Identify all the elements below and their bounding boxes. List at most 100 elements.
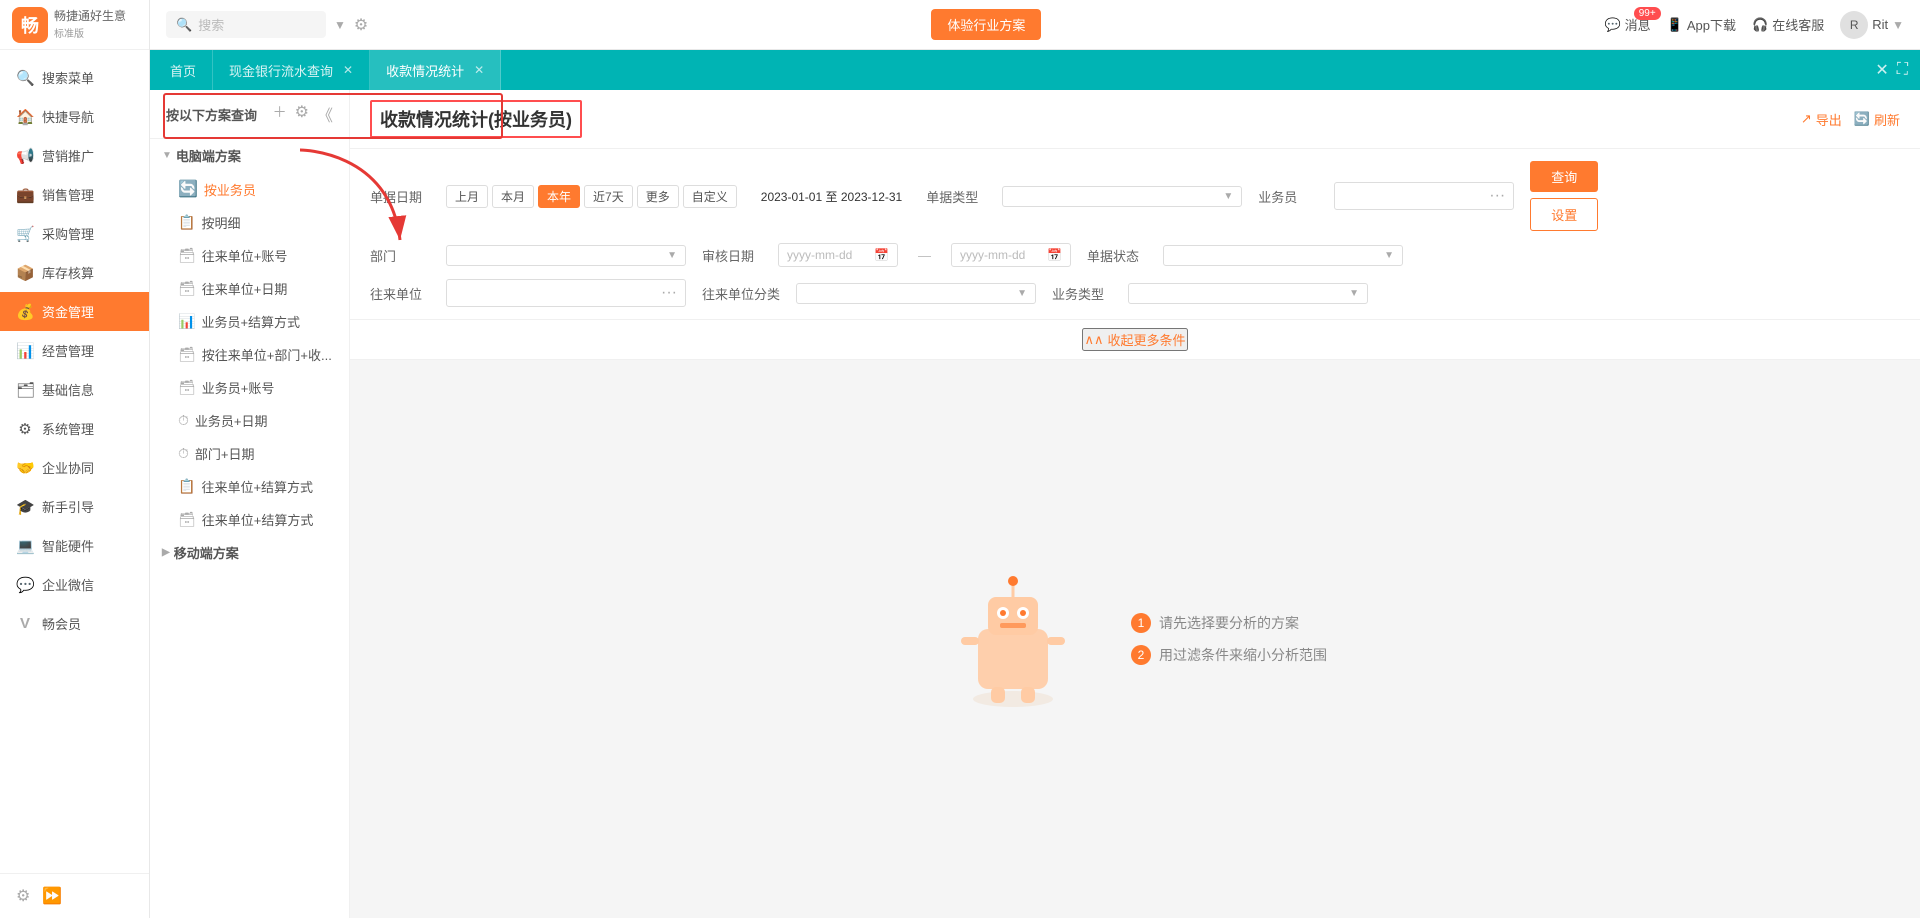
partner-category-select[interactable]: ▼ [796, 283, 1036, 304]
set-button[interactable]: 设置 [1530, 198, 1598, 231]
panel-settings-icon[interactable]: ⚙ [295, 102, 309, 126]
collapse-bar: ∧∧ 收起更多条件 [350, 320, 1920, 360]
tab-bar: 首页 现金银行流水查询 ✕ 收款情况统计 ✕ ✕ ⛶ [150, 50, 1920, 90]
date-btn-last-month[interactable]: 上月 [446, 185, 488, 208]
collapse-button[interactable]: ∧∧ 收起更多条件 [1082, 328, 1187, 351]
biz-type-select[interactable]: ▼ [1128, 283, 1368, 304]
purchase-icon: 🛒 [16, 225, 34, 243]
panel-title: 按以下方案查询 [166, 105, 257, 124]
sidebar-item-search[interactable]: 🔍 搜索菜单 [0, 58, 149, 97]
settings-bottom-icon[interactable]: ⚙ [16, 886, 30, 906]
sidebar-item-wechat[interactable]: 💬 企业微信 [0, 565, 149, 604]
partner-more[interactable]: ··· [661, 284, 677, 302]
tab-collection-stats[interactable]: 收款情况统计 ✕ [370, 50, 501, 90]
sidebar-item-inventory[interactable]: 📦 库存核算 [0, 253, 149, 292]
tree-group-mobile[interactable]: ▶ 移动端方案 [150, 536, 349, 569]
sidebar-item-sales[interactable]: 💼 销售管理 [0, 175, 149, 214]
sidebar-bottom: ⚙ ⏩ [0, 873, 149, 918]
online-service-button[interactable]: 🎧 在线客服 [1752, 15, 1824, 34]
sidebar-item-basic[interactable]: 🗂 基础信息 [0, 370, 149, 409]
date-btn-this-month[interactable]: 本月 [492, 185, 534, 208]
sidebar-label-system: 系统管理 [42, 419, 94, 438]
date-btn-7days[interactable]: 近7天 [584, 185, 633, 208]
date-btn-more[interactable]: 更多 [637, 185, 679, 208]
topbar-dropdown-arrow[interactable]: ▼ [334, 18, 346, 32]
doc-type-select[interactable]: ▼ [1002, 186, 1242, 207]
tree-item-salesman-date[interactable]: ⏱ 业务员+日期 [166, 404, 349, 437]
refresh-button[interactable]: 🔄 刷新 [1854, 110, 1900, 129]
export-button[interactable]: ↗ 导出 [1801, 110, 1842, 129]
query-button[interactable]: 查询 [1530, 161, 1598, 192]
tab-bank-flow[interactable]: 现金银行流水查询 ✕ [213, 50, 370, 90]
page-actions: ↗ 导出 🔄 刷新 [1801, 110, 1900, 129]
sidebar-item-operation[interactable]: 📊 经营管理 [0, 331, 149, 370]
settings-icon[interactable]: ⚙ [354, 15, 368, 35]
tree-group-pc[interactable]: ▼ 电脑端方案 [150, 139, 349, 172]
tab-fullscreen-icon[interactable]: ⛶ [1897, 61, 1908, 79]
service-icon: 🎧 [1752, 17, 1768, 33]
partner-settle1-label: 往来单位+结算方式 [201, 477, 313, 496]
date-btn-custom[interactable]: 自定义 [683, 185, 737, 208]
tree-item-salesman-settle[interactable]: 📊 业务员+结算方式 [166, 305, 349, 338]
user-menu[interactable]: R Rit ▼ [1840, 11, 1904, 39]
tree-item-partner-settle1[interactable]: 📋 往来单位+结算方式 [166, 470, 349, 503]
sidebar-item-system[interactable]: ⚙ 系统管理 [0, 409, 149, 448]
data-area: 1 请先选择要分析的方案 2 用过滤条件来缩小分析范围 [350, 360, 1920, 918]
message-button[interactable]: 💬 消息 99+ [1604, 15, 1650, 34]
hint-item-2: 2 用过滤条件来缩小分析范围 [1131, 645, 1327, 665]
tree-item-partner-dept[interactable]: 🗃 按往来单位+部门+收... [166, 338, 349, 371]
partner-select[interactable]: ··· [446, 279, 686, 307]
basic-icon: 🗂 [16, 381, 34, 399]
sidebar-label-purchase: 采购管理 [42, 224, 94, 243]
salesman-more[interactable]: ··· [1489, 187, 1505, 205]
page-title: 收款情况统计(按业务员) [370, 100, 582, 138]
tab-close-all-icon[interactable]: ✕ [1875, 60, 1888, 80]
tree-item-dept-date[interactable]: ⏱ 部门+日期 [166, 437, 349, 470]
tree-item-partner-date[interactable]: 🗃 往来单位+日期 [166, 272, 349, 305]
sidebar-item-finance[interactable]: 💰 资金管理 [0, 292, 149, 331]
empty-hint: 1 请先选择要分析的方案 2 用过滤条件来缩小分析范围 [1131, 613, 1327, 665]
hint-text-1: 请先选择要分析的方案 [1159, 613, 1299, 633]
sidebar-label-wechat: 企业微信 [42, 575, 94, 594]
tab-home[interactable]: 首页 [150, 50, 213, 90]
tree-item-by-salesman[interactable]: 🔄 按业务员 [166, 172, 349, 206]
sidebar-item-marketing[interactable]: 📢 营销推广 [0, 136, 149, 175]
review-from-placeholder: yyyy-mm-dd [787, 248, 852, 262]
search-placeholder: 搜索 [198, 15, 224, 34]
sidebar-item-guide[interactable]: 🎓 新手引导 [0, 487, 149, 526]
partner-settle2-label: 往来单位+结算方式 [202, 510, 314, 529]
pc-group-label: 电脑端方案 [176, 146, 241, 165]
sidebar-item-enterprise[interactable]: 🤝 企业协同 [0, 448, 149, 487]
date-btn-this-year[interactable]: 本年 [538, 185, 580, 208]
review-date-from[interactable]: yyyy-mm-dd 📅 [778, 243, 898, 267]
tree-item-partner-settle2[interactable]: 🗃 往来单位+结算方式 [166, 503, 349, 536]
tree-item-partner-account[interactable]: 🗃 往来单位+账号 [166, 239, 349, 272]
sidebar-item-member[interactable]: V 畅会员 [0, 604, 149, 643]
tab-collection-stats-close[interactable]: ✕ [474, 63, 484, 77]
sidebar-label-operation: 经营管理 [42, 341, 94, 360]
salesman-select[interactable]: ··· [1334, 182, 1514, 210]
panel-add-icon[interactable]: ＋ [273, 102, 287, 126]
sidebar-label-quicknav: 快捷导航 [42, 107, 94, 126]
scheme-trial-button[interactable]: 体验行业方案 [931, 9, 1041, 40]
app-icon: 📱 [1667, 17, 1683, 33]
sidebar-item-purchase[interactable]: 🛒 采购管理 [0, 214, 149, 253]
tree-item-by-detail[interactable]: 📋 按明细 [166, 206, 349, 239]
user-avatar: R [1840, 11, 1868, 39]
sidebar-item-quicknav[interactable]: 🏠 快捷导航 [0, 97, 149, 136]
salesman-account-icon: 🗃 [178, 379, 196, 396]
mobile-group-label: 移动端方案 [174, 543, 239, 562]
search-icon: 🔍 [176, 17, 192, 33]
tree-item-salesman-account[interactable]: 🗃 业务员+账号 [166, 371, 349, 404]
panel-collapse-icon[interactable]: 《 [317, 102, 333, 126]
collapse-sidebar-icon[interactable]: ⏩ [42, 886, 62, 906]
review-date-to[interactable]: yyyy-mm-dd 📅 [951, 243, 1071, 267]
doc-status-select[interactable]: ▼ [1163, 245, 1403, 266]
collapse-label: 收起更多条件 [1108, 330, 1186, 349]
dept-select[interactable]: ▼ [446, 245, 686, 266]
sidebar-item-hardware[interactable]: 💻 智能硬件 [0, 526, 149, 565]
tab-bank-flow-close[interactable]: ✕ [343, 63, 353, 77]
search-bar[interactable]: 🔍 搜索 [166, 11, 326, 38]
review-date-label: 审核日期 [702, 246, 762, 265]
app-download-button[interactable]: 📱 App下载 [1667, 15, 1736, 34]
